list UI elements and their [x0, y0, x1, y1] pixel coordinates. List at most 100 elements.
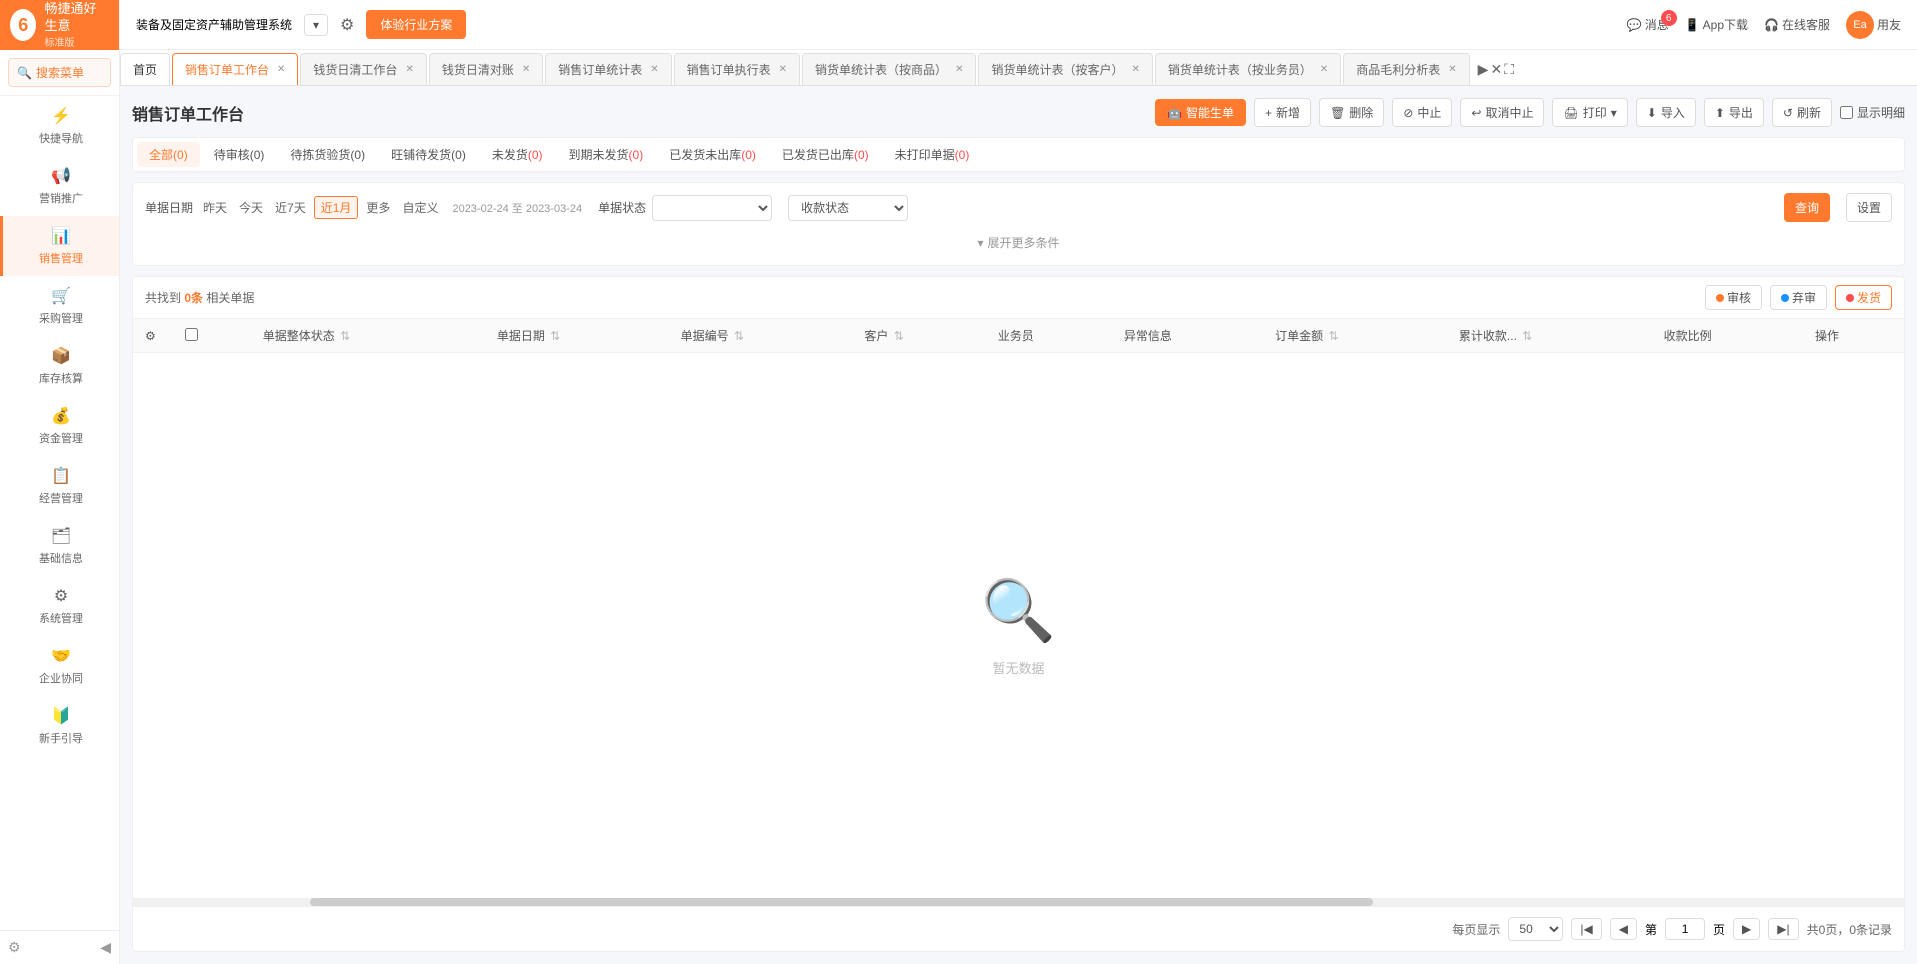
tab-sales-summary-customer[interactable]: 销货单统计表（按客户） ✕: [978, 53, 1152, 85]
stop-button[interactable]: ⊘ 中止: [1392, 98, 1452, 127]
tab-sales-summary-staff[interactable]: 销货单统计表（按业务员） ✕: [1155, 53, 1341, 85]
sidebar-settings-button[interactable]: ⚙: [8, 939, 21, 956]
payment-select[interactable]: 收款状态: [788, 195, 908, 221]
next-page-button[interactable]: ▶: [1733, 918, 1760, 940]
sidebar-item-finance[interactable]: 💰 资金管理: [0, 396, 119, 456]
sub-tab-not-printed[interactable]: 未打印单据(0): [883, 142, 982, 167]
tab-home[interactable]: 首页: [120, 53, 170, 85]
app-download-button[interactable]: 📱 App下载: [1685, 16, 1748, 33]
tab-close-sales-order[interactable]: ✕: [277, 64, 285, 75]
tab-prev-button[interactable]: ▶: [1478, 61, 1489, 78]
tab-product-margin[interactable]: 商品毛利分析表 ✕: [1343, 53, 1469, 85]
add-button[interactable]: + 新增: [1254, 98, 1311, 127]
tab-close-staff[interactable]: ✕: [1320, 64, 1328, 75]
date-btn-yesterday[interactable]: 昨天: [199, 196, 231, 219]
tab-sales-stat[interactable]: 销售订单统计表 ✕: [545, 53, 671, 85]
col-header-checkbox[interactable]: [173, 319, 251, 353]
sidebar-item-inventory[interactable]: 📦 库存核算: [0, 336, 119, 396]
export-button[interactable]: ⬆ 导出: [1704, 98, 1764, 127]
user-menu[interactable]: Ea 用友: [1846, 11, 1901, 39]
sub-tab-not-shipped[interactable]: 未发货(0): [480, 142, 555, 167]
date-btn-custom[interactable]: 自定义: [398, 196, 442, 219]
tab-close-all-button[interactable]: ✕: [1490, 61, 1502, 78]
sidebar-collapse-button[interactable]: ◀: [100, 939, 111, 956]
topbar-settings-button[interactable]: ⚙: [340, 15, 354, 35]
sidebar-item-quick-nav[interactable]: ⚡ 快捷导航: [0, 96, 119, 156]
sort-number-icon[interactable]: ⇅: [734, 329, 744, 343]
system-dropdown-button[interactable]: ▾: [304, 14, 328, 36]
page-size-select[interactable]: 50 20 100: [1508, 917, 1563, 941]
tab-sales-summary-product[interactable]: 销货单统计表（按商品） ✕: [802, 53, 976, 85]
logo-name: 畅捷通好生意: [44, 1, 109, 35]
tab-close-margin[interactable]: ✕: [1448, 64, 1456, 75]
last-page-button[interactable]: ▶|: [1768, 918, 1798, 940]
horizontal-scrollbar[interactable]: [133, 898, 1904, 906]
sidebar-item-guide[interactable]: 🔰 新手引导: [0, 696, 119, 756]
sidebar-item-basic-info[interactable]: 🗂 基础信息: [0, 516, 119, 576]
prev-page-button[interactable]: ◀: [1610, 918, 1637, 940]
expand-filter-button[interactable]: ▾ 展开更多条件: [969, 230, 1067, 255]
review-button[interactable]: 审核: [1705, 285, 1762, 310]
date-btn-7days[interactable]: 近7天: [271, 196, 310, 219]
date-quick-buttons: 昨天 今天 近7天 近1月 更多 自定义: [199, 196, 442, 219]
ship-button[interactable]: 发货: [1835, 285, 1892, 310]
industry-solution-button[interactable]: 体验行业方案: [366, 10, 466, 39]
date-btn-today[interactable]: 今天: [235, 196, 267, 219]
record-count-label: 共找到 0条 相关单据: [145, 289, 254, 306]
sort-customer-icon[interactable]: ⇅: [894, 329, 904, 343]
tab-cash-reconcile[interactable]: 钱货日清对账 ✕: [429, 53, 543, 85]
first-page-button[interactable]: |◀: [1571, 918, 1601, 940]
tab-close-cash-reconcile[interactable]: ✕: [522, 64, 530, 75]
tab-close-customer[interactable]: ✕: [1131, 64, 1139, 75]
sidebar-item-operation[interactable]: 📋 经营管理: [0, 456, 119, 516]
tab-close-product[interactable]: ✕: [955, 64, 963, 75]
date-range-display: 2023-02-24 至 2023-03-24: [452, 200, 582, 216]
tab-maximize-button[interactable]: ⛶: [1504, 61, 1514, 78]
select-all-checkbox[interactable]: [185, 328, 198, 341]
cancel-review-button[interactable]: 弃审: [1770, 285, 1827, 310]
sub-tab-overdue[interactable]: 到期未发货(0): [557, 142, 656, 167]
refresh-button[interactable]: ↺ 刷新: [1772, 98, 1832, 127]
tab-close-cash-daily[interactable]: ✕: [405, 64, 413, 75]
show-detail-checkbox[interactable]: [1840, 106, 1853, 119]
sort-amount-icon[interactable]: ⇅: [1329, 329, 1339, 343]
cancel-stop-button[interactable]: ↩ 取消中止: [1460, 98, 1544, 127]
tab-close-sales-stat[interactable]: ✕: [650, 64, 658, 75]
tabbar-more[interactable]: ▶ ✕ ⛶: [1472, 53, 1520, 85]
page-number-input[interactable]: [1665, 918, 1705, 940]
show-detail-checkbox-label[interactable]: 显示明细: [1840, 104, 1905, 121]
query-button[interactable]: 查询: [1784, 193, 1830, 222]
table-scroll-area[interactable]: ⚙ 单据整体状态 ⇅ 单据日期 ⇅: [133, 319, 1904, 898]
delete-button[interactable]: 🗑 删除: [1319, 98, 1384, 127]
messages-button[interactable]: 💬 消息 6: [1627, 16, 1669, 33]
sub-tab-all[interactable]: 全部(0): [137, 142, 200, 167]
sidebar-item-marketing[interactable]: 📢 营销推广: [0, 156, 119, 216]
sort-collected-icon[interactable]: ⇅: [1522, 329, 1532, 343]
sort-date-icon[interactable]: ⇅: [550, 329, 560, 343]
message-badge: 6: [1661, 10, 1677, 26]
sidebar-item-purchase[interactable]: 🛒 采购管理: [0, 276, 119, 336]
smart-create-button[interactable]: 🤖 智能生单: [1155, 99, 1246, 126]
filter-settings-button[interactable]: 设置: [1846, 193, 1892, 222]
status-select[interactable]: [652, 195, 772, 221]
sidebar-item-system[interactable]: ⚙ 系统管理: [0, 576, 119, 636]
sub-tab-shipped-not-in[interactable]: 已发货未出库(0): [657, 142, 768, 167]
sidebar-item-cooperation[interactable]: 🤝 企业协同: [0, 636, 119, 696]
sub-tab-pending-review[interactable]: 待审核(0): [202, 142, 277, 167]
tab-cash-daily[interactable]: 钱货日清工作台 ✕: [300, 53, 426, 85]
date-btn-1month[interactable]: 近1月: [314, 196, 359, 219]
sub-tab-shipped-out[interactable]: 已发货已出库(0): [770, 142, 881, 167]
sub-tab-pending-check[interactable]: 待拣货验货(0): [278, 142, 377, 167]
print-button[interactable]: 🖨 打印 ▾: [1552, 98, 1627, 127]
import-button[interactable]: ⬇ 导入: [1636, 98, 1696, 127]
search-menu-button[interactable]: 🔍 搜索菜单: [8, 58, 111, 87]
tab-close-sales-exec[interactable]: ✕: [779, 64, 787, 75]
sort-status-icon[interactable]: ⇅: [340, 329, 350, 343]
scrollbar-thumb[interactable]: [310, 898, 1373, 906]
date-btn-more[interactable]: 更多: [362, 196, 394, 219]
sub-tab-wangpu[interactable]: 旺铺待发货(0): [379, 142, 478, 167]
sidebar-item-sales[interactable]: 📊 销售管理: [0, 216, 119, 276]
online-service-button[interactable]: 🎧 在线客服: [1764, 16, 1830, 33]
tab-sales-order-workbench[interactable]: 销售订单工作台 ✕: [172, 53, 298, 85]
tab-sales-exec[interactable]: 销售订单执行表 ✕: [674, 53, 800, 85]
